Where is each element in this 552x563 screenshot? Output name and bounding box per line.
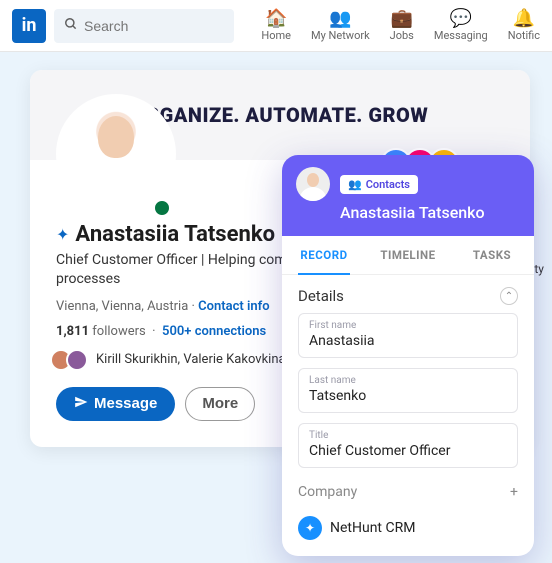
people-icon: 👥 (348, 178, 362, 191)
chevron-up-icon: ⌃ (500, 287, 518, 305)
home-icon: 🏠 (265, 10, 287, 28)
contacts-folder-chip[interactable]: 👥 Contacts (340, 175, 418, 194)
details-section-header[interactable]: Details ⌃ (298, 287, 518, 305)
linkedin-logo[interactable]: in (12, 9, 46, 43)
send-icon (74, 395, 88, 413)
verified-icon: ✦ (56, 225, 69, 244)
jobs-icon: 💼 (391, 10, 413, 28)
crm-avatar (296, 167, 330, 201)
mutual-avatar (66, 349, 88, 371)
crm-record-name: Anastasiia Tatsenko (340, 203, 520, 222)
crm-header: 👥 Contacts Anastasiia Tatsenko (282, 155, 534, 236)
crm-panel: 👥 Contacts Anastasiia Tatsenko RECORD TI… (282, 155, 534, 556)
first-name-field[interactable]: First name Anastasiia (298, 313, 518, 358)
profile-avatar[interactable] (56, 94, 176, 214)
tab-record[interactable]: RECORD (282, 236, 366, 274)
more-button[interactable]: More (185, 387, 255, 421)
network-icon: 👥 (329, 10, 351, 28)
bell-icon: 🔔 (513, 10, 535, 28)
tab-timeline[interactable]: TIMELINE (366, 236, 450, 274)
nav-notifications[interactable]: 🔔Notific (508, 10, 540, 42)
tab-tasks[interactable]: TASKS (450, 236, 534, 274)
nethunt-logo-icon: ✦ (298, 516, 322, 540)
search-input[interactable] (54, 9, 234, 43)
title-field[interactable]: Title Chief Customer Officer (298, 423, 518, 468)
last-name-field[interactable]: Last name Tatsenko (298, 368, 518, 413)
search-icon (64, 16, 78, 35)
nav-jobs[interactable]: 💼Jobs (390, 10, 414, 42)
messaging-icon: 💬 (450, 10, 472, 28)
contact-info-link[interactable]: Contact info (198, 299, 269, 314)
presence-indicator (152, 198, 172, 218)
company-chip[interactable]: ✦ NetHunt CRM (298, 516, 518, 540)
nav-network[interactable]: 👥My Network (311, 10, 370, 42)
nav-home[interactable]: 🏠Home (261, 10, 291, 42)
add-company-button[interactable]: + (510, 484, 518, 500)
company-section: Company + (298, 478, 518, 510)
search-field[interactable] (84, 18, 224, 34)
nav-messaging[interactable]: 💬Messaging (434, 10, 488, 42)
profile-name: Anastasiia Tatsenko (75, 222, 275, 247)
connections-link[interactable]: 500+ connections (162, 324, 266, 339)
message-button[interactable]: Message (56, 387, 175, 421)
banner-tagline: ORGANIZE. AUTOMATE. GROW (132, 103, 428, 127)
